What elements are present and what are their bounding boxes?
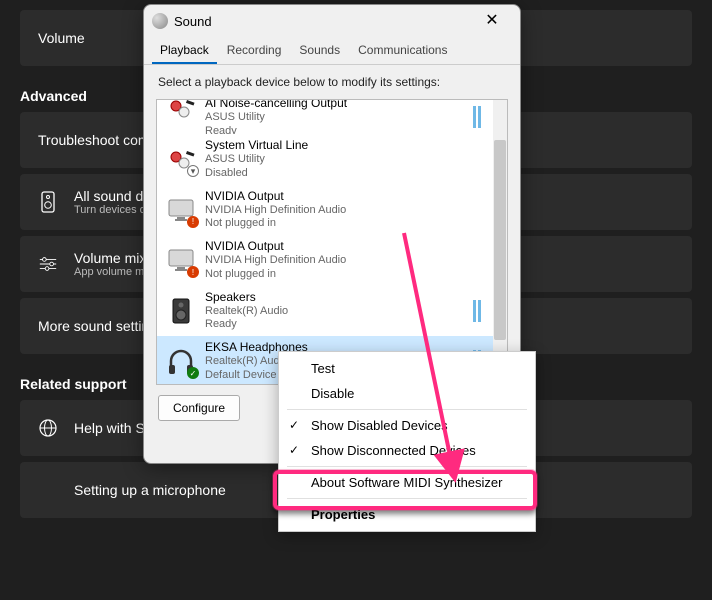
tabs: Playback Recording Sounds Communications: [144, 37, 520, 65]
headphones-icon: ✓: [165, 345, 197, 377]
device-row[interactable]: ! NVIDIA OutputNVIDIA High Definition Aud…: [157, 185, 493, 236]
tab-communications[interactable]: Communications: [350, 37, 455, 64]
device-name: System Virtual Line: [205, 138, 485, 153]
tab-playback[interactable]: Playback: [152, 37, 217, 64]
device-status: Ready: [205, 125, 465, 135]
menu-separator: [287, 498, 527, 499]
menu-separator: [287, 466, 527, 467]
close-button[interactable]: ✕: [472, 7, 512, 35]
device-name: NVIDIA Output: [205, 189, 485, 204]
scrollbar[interactable]: [493, 100, 507, 384]
device-row[interactable]: ! NVIDIA OutputNVIDIA High Definition Aud…: [157, 235, 493, 286]
rca-icon: ▾: [165, 143, 197, 175]
context-menu: TestDisable Show Disabled DevicesShow Dis…: [278, 351, 536, 532]
globe-icon: [38, 418, 58, 438]
device-driver: Realtek(R) Audio: [205, 305, 465, 319]
menu-item[interactable]: Test: [279, 356, 535, 381]
device-name: NVIDIA Output: [205, 239, 485, 254]
menu-item[interactable]: Disable: [279, 381, 535, 406]
device-driver: NVIDIA High Definition Audio: [205, 204, 485, 218]
tab-sounds[interactable]: Sounds: [291, 37, 348, 64]
device-name: Speakers: [205, 290, 465, 305]
tab-recording[interactable]: Recording: [219, 37, 290, 64]
speaker-icon: [165, 295, 197, 327]
speaker-icon: [38, 192, 58, 212]
titlebar[interactable]: Sound ✕: [144, 5, 520, 37]
device-list: AI Noise-cancelling OutputASUS UtilityRe…: [156, 99, 508, 385]
device-name: AI Noise-cancelling Output: [205, 100, 465, 111]
device-driver: NVIDIA High Definition Audio: [205, 254, 485, 268]
instructions: Select a playback device below to modify…: [144, 65, 520, 99]
level-meter: [473, 300, 481, 322]
scrollbar-thumb[interactable]: [494, 140, 506, 340]
level-meter: [473, 106, 481, 128]
device-status: Ready: [205, 318, 465, 332]
sound-dialog-icon: [152, 13, 168, 29]
monitor-icon: !: [165, 244, 197, 276]
menu-item[interactable]: About Software MIDI Synthesizer: [279, 470, 535, 495]
device-row[interactable]: SpeakersRealtek(R) AudioReady: [157, 286, 493, 337]
device-status: Not plugged in: [205, 268, 485, 282]
device-row[interactable]: AI Noise-cancelling OutputASUS UtilityRe…: [157, 100, 493, 134]
device-driver: ASUS Utility: [205, 111, 465, 125]
device-driver: ASUS Utility: [205, 153, 485, 167]
menu-separator: [287, 409, 527, 410]
monitor-icon: !: [165, 194, 197, 226]
mixer-icon: [38, 254, 58, 274]
menu-item[interactable]: Properties: [279, 502, 535, 527]
device-row[interactable]: ▾ System Virtual LineASUS UtilityDisabled: [157, 134, 493, 185]
menu-item[interactable]: Show Disconnected Devices: [279, 438, 535, 463]
menu-item[interactable]: Show Disabled Devices: [279, 413, 535, 438]
device-status: Not plugged in: [205, 217, 485, 231]
setup-mic-label: Setting up a microphone: [74, 482, 226, 498]
volume-label: Volume: [38, 30, 85, 46]
configure-button[interactable]: Configure: [158, 395, 240, 421]
rca-icon: [165, 100, 197, 124]
device-status: Disabled: [205, 167, 485, 181]
dialog-title: Sound: [174, 14, 472, 29]
